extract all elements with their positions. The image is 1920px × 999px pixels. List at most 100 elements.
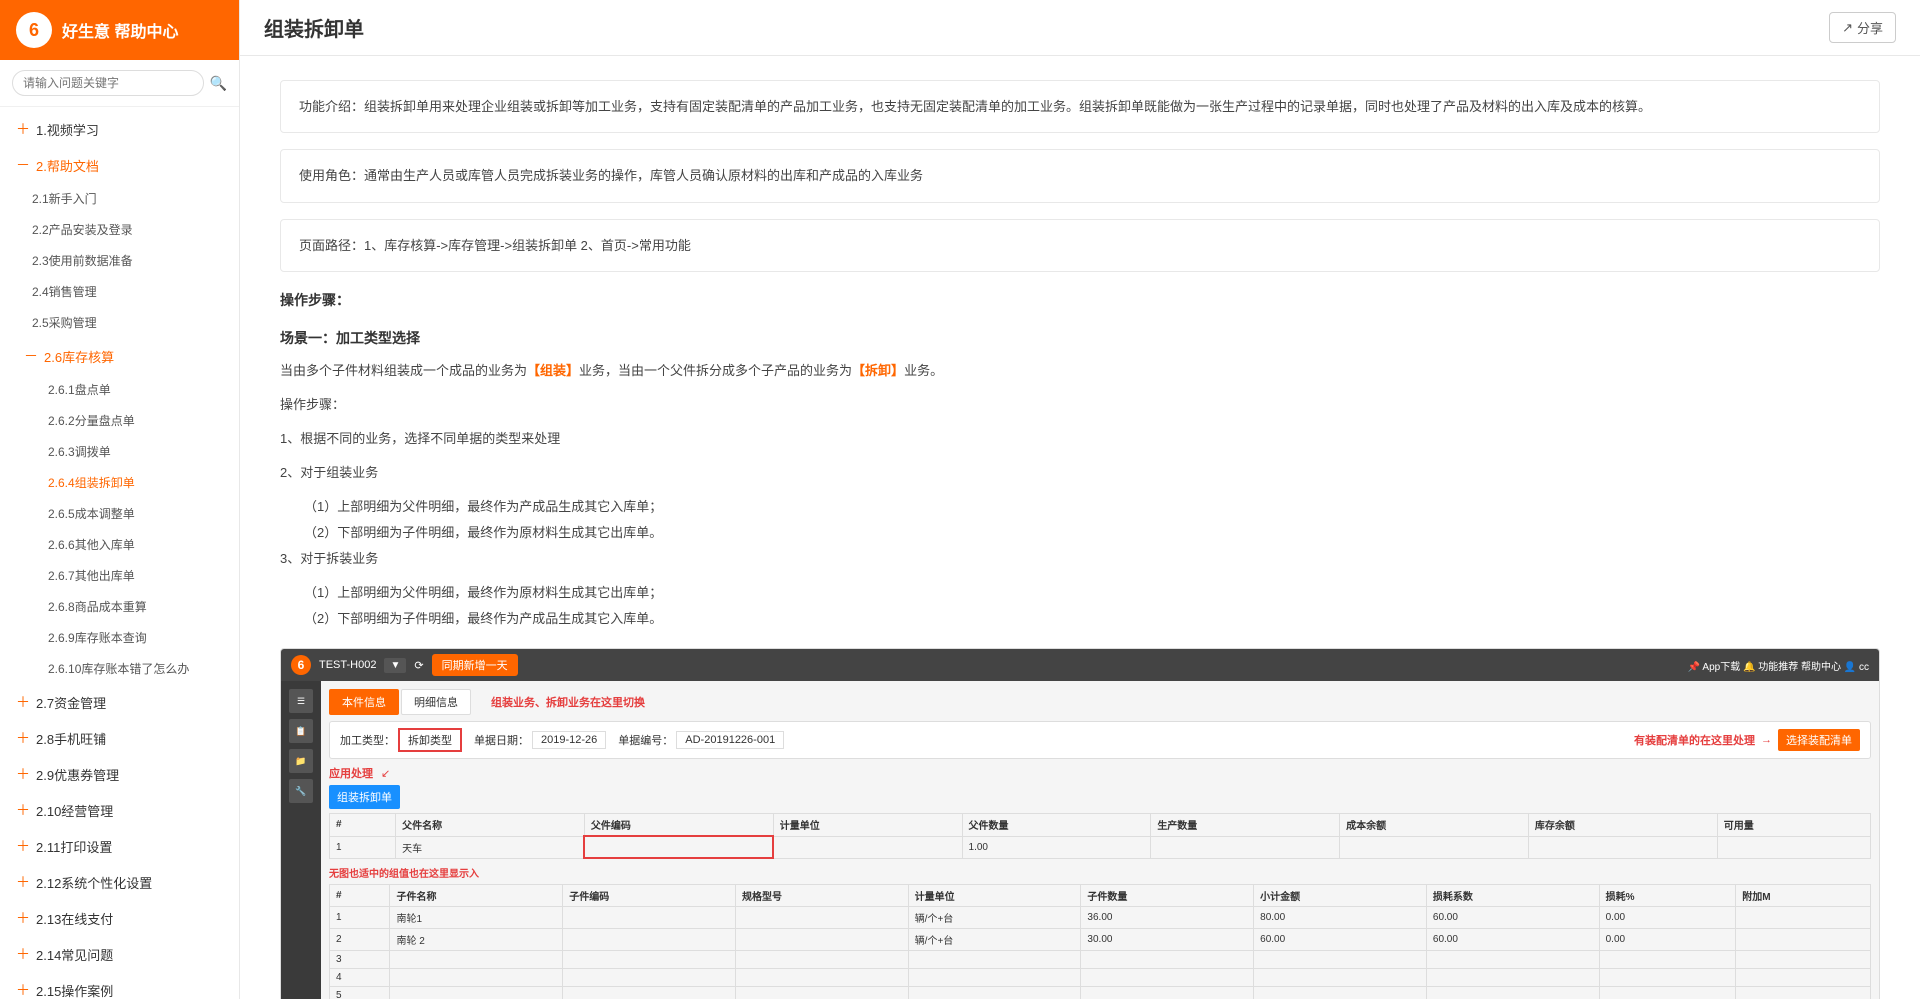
mock-th-avail: 可用量 <box>1717 814 1870 837</box>
annotation-bom-text: 有装配清单的在这里处理 <box>1634 732 1755 748</box>
scene-heading: 场景一：加工类型选择 <box>280 328 1880 348</box>
sidebar-item-2-6-7[interactable]: 2.6.7其他出库单 <box>0 560 239 591</box>
mock-top-table: # 父件名称 父件编码 计量单位 父件数量 生产数量 成本余额 库存余额 可用量 <box>329 813 1871 859</box>
mock-topbar-icons: 📌 App下载 🔔 功能推荐 帮助中心 👤 cc <box>1688 658 1869 673</box>
sidebar-item-2-6[interactable]: － 2.6库存核算 <box>0 338 239 374</box>
search-input[interactable] <box>12 70 204 96</box>
mock-input-date[interactable]: 2019-12-26 <box>532 731 606 749</box>
sidebar-item-2-6-5[interactable]: 2.6.5成本调整单 <box>0 498 239 529</box>
sidebar-item-2-6-10[interactable]: 2.6.10库存账本错了怎么办 <box>0 653 239 684</box>
plus-icon-2-7: ＋ <box>16 692 30 712</box>
plus-icon-2-12: ＋ <box>16 872 30 892</box>
search-button[interactable]: 🔍 <box>210 75 227 92</box>
sidebar-item-2-13[interactable]: ＋ 2.13在线支付 <box>0 900 239 936</box>
mock-th-produce: 生产数量 <box>1151 814 1340 837</box>
mock-field-group-type: 加工类型： 拆卸类型 <box>340 728 462 752</box>
mock-logo: 6 <box>291 655 311 675</box>
sidebar-item-2-2[interactable]: 2.2产品安装及登录 <box>0 214 239 245</box>
share-button[interactable]: ↗ 分享 <box>1829 12 1896 43</box>
sidebar-title: 好生意 帮助中心 <box>62 18 178 42</box>
sidebar-item-2-6-6[interactable]: 2.6.6其他入库单 <box>0 529 239 560</box>
sidebar-item-2-6-2[interactable]: 2.6.2分量盘点单 <box>0 405 239 436</box>
sidebar-item-docs[interactable]: － 2.帮助文档 <box>0 147 239 183</box>
plus-icon-2-10: ＋ <box>16 800 30 820</box>
sidebar-item-2-5[interactable]: 2.5采购管理 <box>0 307 239 338</box>
annotation-apply-text: 应用处理 <box>329 765 373 781</box>
share-icon: ↗ <box>1842 20 1853 36</box>
sidebar-item-2-12[interactable]: ＋ 2.12系统个性化设置 <box>0 864 239 900</box>
table-row: 1 天车 1.00 <box>330 836 1871 858</box>
sidebar-item-2-6-3[interactable]: 2.6.3调拨单 <box>0 436 239 467</box>
mock-th-num: # <box>330 814 396 837</box>
mock-new-btn[interactable]: 同期新增一天 <box>432 654 518 676</box>
mock-bottom-annotation: 无图也适中的组值也在这里显示入 <box>329 865 1871 880</box>
op-steps-label: 操作步骤： <box>280 392 1880 418</box>
mock-label-date: 单据日期： <box>474 732 529 748</box>
mock-label-code: 单据编号： <box>618 732 673 748</box>
sidebar-header: 6 好生意 帮助中心 <box>0 0 239 60</box>
scene-desc: 当由多个子件材料组装成一个成品的业务为【组装】业务，当由一个父件拆分成多个子产品… <box>280 358 1880 384</box>
mock-form-area: 加工类型： 拆卸类型 单据日期： 2019-12-26 单据编号： AD-201… <box>329 721 1871 759</box>
step3-2: （2）下部明细为子件明细，最终作为产成品生成其它入库单。 <box>280 606 1880 632</box>
sidebar-item-2-8[interactable]: ＋ 2.8手机旺铺 <box>0 720 239 756</box>
plus-icon-2-15: ＋ <box>16 980 30 999</box>
mock-input-addtype[interactable]: 拆卸类型 <box>398 728 462 752</box>
step3-label: 3、对于拆装业务 <box>280 546 1880 572</box>
mock-th-code: 父件编码 <box>584 814 773 837</box>
plus-icon-2-11: ＋ <box>16 836 30 856</box>
mock-sidebar-icon-3: 📁 <box>289 749 313 773</box>
mock-th-name: 父件名称 <box>396 814 585 837</box>
intro-block-2: 使用角色：通常由生产人员或库管人员完成拆装业务的操作，库管人员确认原材料的出库和… <box>280 149 1880 202</box>
nav-section: ＋ 1.视频学习 － 2.帮助文档 2.1新手入门 2.2产品安装及登录 2.3… <box>0 107 239 999</box>
annotation-arrow-2: ↙ <box>381 767 390 780</box>
mock-input-code[interactable]: AD-20191226-001 <box>676 731 784 749</box>
text-chaijian: 【拆卸】 <box>852 363 904 378</box>
screenshot-container: 6 TEST-H002 ▼ ⟳ 同期新增一天 📌 App下载 🔔 功能推荐 帮助… <box>280 648 1880 999</box>
sidebar-item-2-6-9[interactable]: 2.6.9库存账本查询 <box>0 622 239 653</box>
sidebar-item-2-11[interactable]: ＋ 2.11打印设置 <box>0 828 239 864</box>
mock-form-fields: 加工类型： 拆卸类型 单据日期： 2019-12-26 单据编号： AD-201… <box>340 728 1860 752</box>
mock-action-area: 有装配清单的在这里处理 → 选择装配清单 <box>796 729 1860 751</box>
sidebar-item-2-9[interactable]: ＋ 2.9优惠券管理 <box>0 756 239 792</box>
mock-bot-table: # 子件名称 子件编码 规格型号 计量单位 子件数量 小计金额 损耗系数 损耗% <box>329 884 1871 999</box>
step2-2: （2）下部明细为子件明细，最终作为原材料生成其它出库单。 <box>280 520 1880 546</box>
mock-refresh-icon: ⟳ <box>414 659 423 672</box>
steps-heading: 操作步骤： <box>280 290 1880 310</box>
annotation-arrow-1: → <box>1761 734 1772 746</box>
annotation-no-bom: 无图也适中的组值也在这里显示入 <box>329 865 479 880</box>
mock-app-topbar: 6 TEST-H002 ▼ ⟳ 同期新增一天 📌 App下载 🔔 功能推荐 帮助… <box>281 649 1879 681</box>
sidebar-item-2-1[interactable]: 2.1新手入门 <box>0 183 239 214</box>
mock-annotation-area: 应用处理 ↙ <box>329 765 1871 781</box>
mock-bom-btn[interactable]: 选择装配清单 <box>1778 729 1860 751</box>
minus-icon: － <box>16 155 30 175</box>
top-bar: 组装拆卸单 ↗ 分享 <box>240 0 1920 56</box>
mock-section-bar: 组装拆卸单 <box>329 785 400 809</box>
sidebar-item-2-3[interactable]: 2.3使用前数据准备 <box>0 245 239 276</box>
intro-block-3: 页面路径：1、库存核算->库存管理->组装拆卸单 2、首页->常用功能 <box>280 219 1880 272</box>
sidebar-item-2-14[interactable]: ＋ 2.14常见问题 <box>0 936 239 972</box>
sidebar-item-video[interactable]: ＋ 1.视频学习 <box>0 111 239 147</box>
mock-tab-add[interactable]: 本件信息 <box>329 689 399 715</box>
mock-th-cost: 成本余额 <box>1340 814 1529 837</box>
sidebar-item-2-6-4[interactable]: 2.6.4组装拆卸单 <box>0 467 239 498</box>
mock-th-stock: 库存余额 <box>1528 814 1717 837</box>
mock-sidebar-icon-1: ☰ <box>289 689 313 713</box>
sidebar-item-2-7[interactable]: ＋ 2.7资金管理 <box>0 684 239 720</box>
mock-topbar-badge: ▼ <box>384 658 406 673</box>
mock-tab-row: 本件信息 明细信息 组装业务、拆卸业务在这里切换 <box>329 689 1871 715</box>
minus-icon-2-6: － <box>24 346 38 366</box>
mock-tab-annotation: 组装业务、拆卸业务在这里切换 <box>491 694 645 710</box>
search-box: 🔍 <box>0 60 239 107</box>
mock-sidebar-icon-2: 📋 <box>289 719 313 743</box>
sidebar-item-2-6-8[interactable]: 2.6.8商品成本重算 <box>0 591 239 622</box>
plus-icon-2-9: ＋ <box>16 764 30 784</box>
mock-tab-manage[interactable]: 明细信息 <box>401 689 471 715</box>
sidebar-item-2-10[interactable]: ＋ 2.10经营管理 <box>0 792 239 828</box>
table-row: 5 <box>330 987 1871 999</box>
mock-main-content: 本件信息 明细信息 组装业务、拆卸业务在这里切换 加工类型： <box>321 681 1879 999</box>
table-row: 3 <box>330 951 1871 969</box>
mock-screen: 6 TEST-H002 ▼ ⟳ 同期新增一天 📌 App下载 🔔 功能推荐 帮助… <box>281 649 1879 999</box>
sidebar-item-2-6-1[interactable]: 2.6.1盘点单 <box>0 374 239 405</box>
sidebar-item-2-15[interactable]: ＋ 2.15操作案例 <box>0 972 239 999</box>
sidebar-item-2-4[interactable]: 2.4销售管理 <box>0 276 239 307</box>
